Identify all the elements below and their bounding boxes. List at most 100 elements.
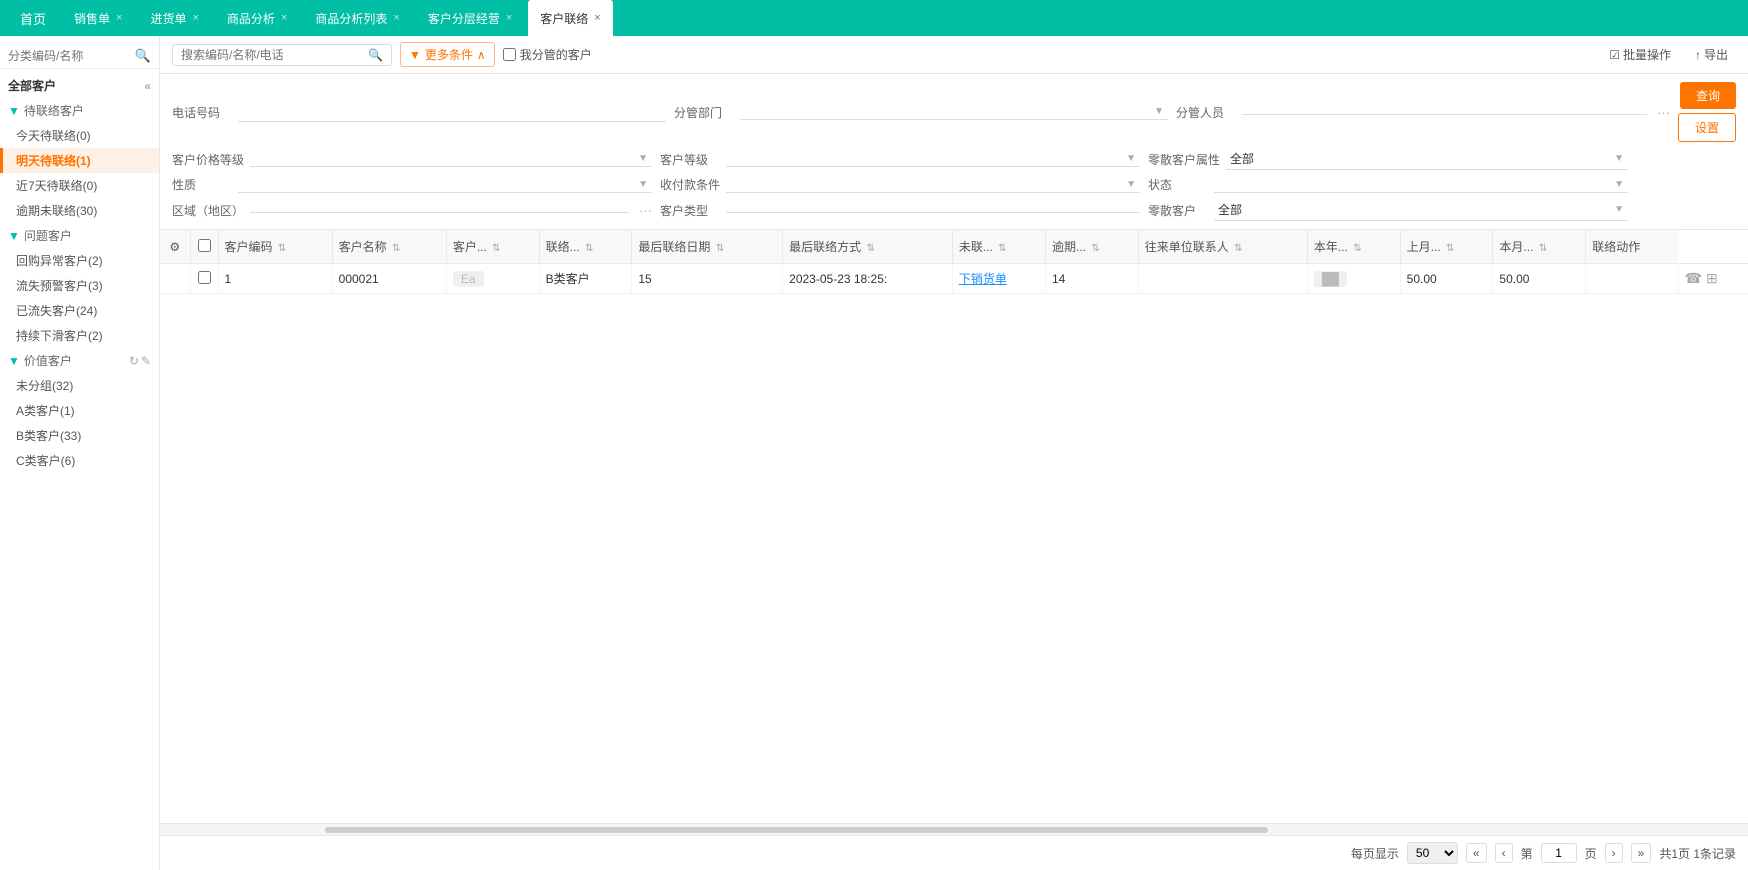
- filter-area-dots[interactable]: ···: [639, 203, 652, 218]
- nav-close-purchase[interactable]: ×: [192, 12, 198, 24]
- toolbar-search-icon[interactable]: 🔍: [368, 48, 383, 62]
- row-action-grid-icon[interactable]: ⊞: [1706, 270, 1718, 287]
- nav-purchase[interactable]: 进货单 ×: [138, 0, 210, 36]
- sidebar-item-a-class[interactable]: A类客户(1): [0, 398, 159, 423]
- col-ctype-label: 客户...: [453, 240, 487, 254]
- next-page-btn[interactable]: ›: [1605, 843, 1623, 863]
- sidebar-value-refresh-icon[interactable]: ↻: [129, 354, 139, 368]
- nav-close-customer-contact[interactable]: ×: [594, 12, 600, 24]
- row-gear: [160, 264, 190, 294]
- search-input[interactable]: [181, 48, 368, 62]
- sidebar-item-7days[interactable]: 近7天待联络(0): [0, 173, 159, 198]
- row-select-checkbox[interactable]: [198, 271, 211, 284]
- filter-set-btn[interactable]: 设置: [1678, 113, 1736, 142]
- sidebar-section-value[interactable]: ▼ 价值客户 ↻ ✎: [0, 348, 159, 373]
- filter-person: 分管人员 ···: [1176, 104, 1670, 121]
- col-overdue-header[interactable]: 逾期... ⇅: [1045, 230, 1138, 264]
- sidebar-item-churned[interactable]: 已流失客户(24): [0, 298, 159, 323]
- filter-person-label: 分管人员: [1176, 104, 1236, 121]
- col-last-method-header[interactable]: 最后联络方式 ⇅: [783, 230, 953, 264]
- page-input[interactable]: [1541, 843, 1577, 863]
- filter-query-btn[interactable]: 查询: [1680, 82, 1736, 109]
- sidebar-arrow-value: ▼: [8, 354, 20, 368]
- filter-phone-input[interactable]: [238, 103, 666, 122]
- sidebar-value-edit-icon[interactable]: ✎: [141, 354, 151, 368]
- sidebar-item-repurchase[interactable]: 回购异常客户(2): [0, 248, 159, 273]
- sidebar-item-today[interactable]: 今天待联络(0): [0, 123, 159, 148]
- filter-area-select[interactable]: [250, 208, 629, 213]
- col-gear[interactable]: ⚙: [160, 230, 190, 264]
- filter-customer-level-select[interactable]: ▼: [726, 151, 1140, 167]
- nav-customer-layer[interactable]: 客户分层经营 ×: [416, 0, 524, 36]
- last-page-btn[interactable]: »: [1631, 843, 1652, 863]
- sidebar-collapse-icon[interactable]: «: [144, 79, 151, 93]
- sidebar-section-problem[interactable]: ▼ 问题客户: [0, 223, 159, 248]
- pagination-bar: 每页显示 50 100 200 « ‹ 第 页 › » 共1页 1条记录: [160, 835, 1748, 870]
- row-last-method[interactable]: 下销货单: [952, 264, 1045, 294]
- filter-person-dots[interactable]: ···: [1657, 105, 1670, 120]
- col-name-header[interactable]: 客户名称 ⇅: [332, 230, 446, 264]
- col-unit-contact-header[interactable]: 往来单位联系人 ⇅: [1138, 230, 1307, 264]
- row-checkbox[interactable]: [190, 264, 218, 294]
- col-last-month-label: 上月...: [1407, 240, 1441, 254]
- col-code-header[interactable]: 客户编码 ⇅: [218, 230, 332, 264]
- nav-sales[interactable]: 销售单 ×: [62, 0, 134, 36]
- filter-price-level-select[interactable]: ▼: [250, 151, 652, 167]
- filter-retail-attr-select[interactable]: 全部 ▼: [1226, 148, 1628, 170]
- col-action-label: 联络动作: [1592, 240, 1640, 254]
- filter-icon: ▼: [409, 48, 421, 62]
- sidebar-item-ungrouped[interactable]: 未分组(32): [0, 373, 159, 398]
- nav-close-sales[interactable]: ×: [116, 12, 122, 24]
- nav-product-analysis[interactable]: 商品分析 ×: [215, 0, 299, 36]
- filter-area-label: 区域（地区）: [172, 202, 244, 219]
- row-action-phone-icon[interactable]: ☎: [1685, 270, 1702, 287]
- sidebar-item-b-class[interactable]: B类客户(33): [0, 423, 159, 448]
- filter-price-level-label: 客户价格等级: [172, 151, 244, 168]
- col-ctype-header[interactable]: 客户... ⇅: [446, 230, 539, 264]
- col-last-month-header[interactable]: 上月... ⇅: [1400, 230, 1493, 264]
- filter-payment-select[interactable]: ▼: [726, 177, 1140, 193]
- first-page-btn[interactable]: «: [1466, 843, 1487, 863]
- horizontal-scrollbar[interactable]: [325, 827, 1268, 833]
- filter-person-select[interactable]: [1242, 110, 1647, 115]
- nav-close-customer-layer[interactable]: ×: [506, 12, 512, 24]
- per-page-select[interactable]: 50 100 200: [1407, 842, 1458, 864]
- nav-close-product-list[interactable]: ×: [393, 12, 399, 24]
- nav-home[interactable]: 首页: [8, 0, 58, 36]
- filter-retail-customer-select[interactable]: 全部 ▼: [1214, 199, 1628, 221]
- sidebar-group-all-customers[interactable]: 全部客户 «: [0, 73, 159, 98]
- filter-nature-select[interactable]: ▼: [238, 177, 652, 193]
- my-customer-checkbox[interactable]: 我分管的客户: [503, 46, 592, 63]
- col-last-date-sort: ⇅: [716, 243, 724, 254]
- sidebar-item-churn-warning[interactable]: 流失预警客户(3): [0, 273, 159, 298]
- sidebar-search-input[interactable]: [8, 49, 135, 63]
- sidebar-item-declining[interactable]: 持续下滑客户(2): [0, 323, 159, 348]
- filter-status-chevron: ▼: [1614, 179, 1624, 190]
- nav-product-list[interactable]: 商品分析列表 ×: [303, 0, 411, 36]
- sidebar-section-pending[interactable]: ▼ 待联络客户: [0, 98, 159, 123]
- prev-page-btn[interactable]: ‹: [1495, 843, 1513, 863]
- col-checkbox-header[interactable]: [190, 230, 218, 264]
- batch-btn[interactable]: ☑ 批量操作: [1601, 43, 1679, 66]
- nav-customer-contact[interactable]: 客户联络 ×: [528, 0, 612, 36]
- more-filter-btn[interactable]: ▼ 更多条件 ∧: [400, 42, 495, 67]
- col-uncontacted-header[interactable]: 未联... ⇅: [952, 230, 1045, 264]
- row-last-method-link[interactable]: 下销货单: [959, 272, 1007, 286]
- export-btn[interactable]: ↑ 导出: [1687, 43, 1736, 66]
- col-contact-count-header[interactable]: 联络... ⇅: [539, 230, 632, 264]
- filter-customer-type-select[interactable]: [726, 208, 1140, 213]
- sidebar-search-icon[interactable]: 🔍: [135, 48, 151, 64]
- col-this-month-header[interactable]: 本月... ⇅: [1493, 230, 1586, 264]
- sidebar-item-c-class[interactable]: C类客户(6): [0, 448, 159, 473]
- select-all-checkbox[interactable]: [198, 239, 211, 252]
- sidebar-item-tomorrow[interactable]: 明天待联络(1): [0, 148, 159, 173]
- sidebar-item-overdue[interactable]: 逾期未联络(30): [0, 198, 159, 223]
- my-customer-check[interactable]: [503, 48, 516, 61]
- filter-dept: 分管部门 ▼: [674, 104, 1168, 121]
- nav-close-product-analysis[interactable]: ×: [281, 12, 287, 24]
- col-this-year-header[interactable]: 本年... ⇅: [1307, 230, 1400, 264]
- col-last-method-sort: ⇅: [867, 243, 875, 254]
- filter-dept-select[interactable]: ▼: [740, 104, 1168, 120]
- col-last-date-header[interactable]: 最后联络日期 ⇅: [632, 230, 783, 264]
- filter-status-select[interactable]: ▼: [1214, 177, 1628, 193]
